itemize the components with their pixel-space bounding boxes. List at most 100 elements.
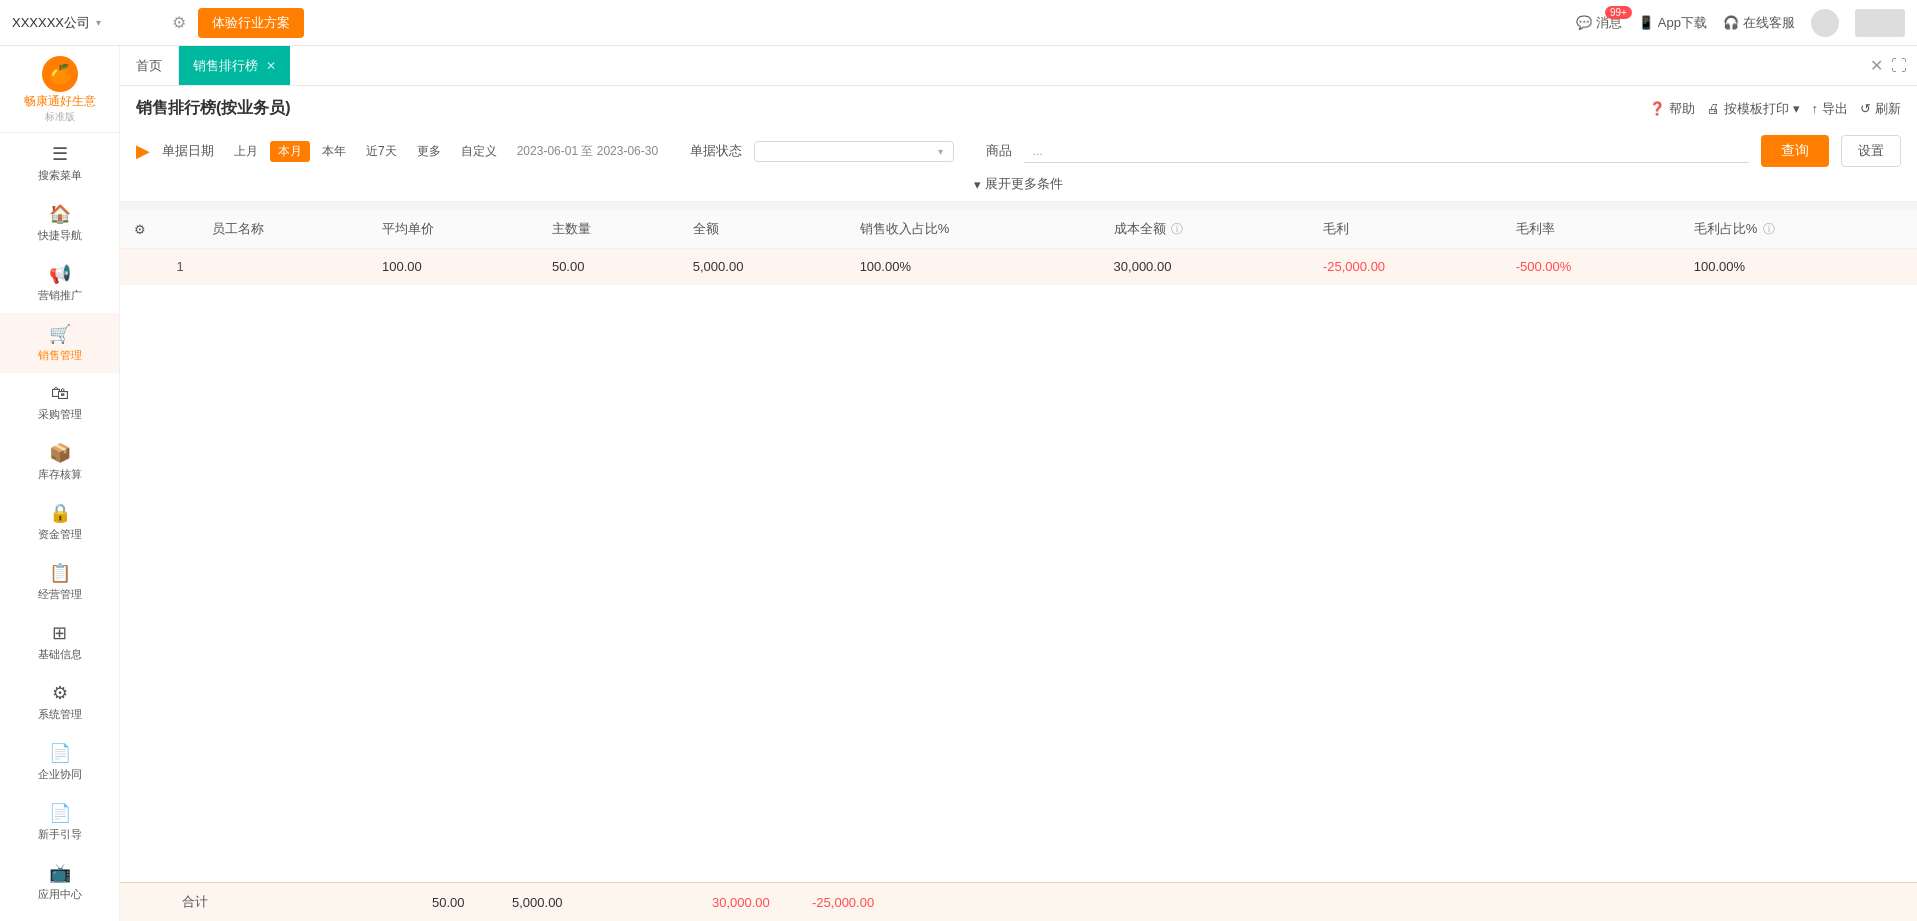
topbar-right: 💬 消息 99+ 📱 App下载 🎧 在线客服 (1576, 9, 1905, 37)
help-icon: ❓ (1649, 101, 1665, 116)
col-amount: 全额 (681, 210, 848, 249)
app-icon: 📱 (1638, 15, 1654, 30)
sidebar-item-sales-mgmt[interactable]: 🛒 销售管理 (0, 313, 119, 373)
date-tab-last-month[interactable]: 上月 (226, 141, 266, 162)
tab-sales-ranking[interactable]: 销售排行榜 ✕ (179, 46, 290, 85)
inventory-label: 库存核算 (38, 467, 82, 482)
cost-help-icon[interactable]: ⓘ (1171, 222, 1183, 236)
sidebar-item-app-center[interactable]: 📺 应用中心 (0, 852, 119, 912)
col-employee: 员工名称 (200, 210, 370, 249)
tab-expand-icon[interactable]: ⛶ (1891, 57, 1907, 75)
app-download-btn[interactable]: 📱 App下载 (1638, 14, 1707, 32)
date-tab-custom[interactable]: 自定义 (453, 141, 505, 162)
col-main-qty: 主数量 (540, 210, 681, 249)
beginner-guide-icon: 📄 (49, 802, 71, 824)
app-center-icon: 📺 (49, 862, 71, 884)
purchase-mgmt-icon: 🛍 (51, 383, 69, 404)
filter-expand-arrow[interactable]: ▶ (136, 140, 150, 162)
basic-info-label: 基础信息 (38, 647, 82, 662)
sidebar-item-finance[interactable]: 🔒 资金管理 (0, 492, 119, 552)
sidebar: 🍊 畅康通好生意 标准版 ☰ 搜索菜单 🏠 快捷导航 📢 营销推广 🛒 销售管理… (0, 46, 120, 921)
col-settings[interactable]: ⚙ (120, 210, 160, 249)
message-btn[interactable]: 💬 消息 99+ (1576, 14, 1622, 32)
online-support-btn[interactable]: 🎧 在线客服 (1723, 14, 1795, 32)
print-label: 按模板打印 (1724, 100, 1789, 118)
sidebar-item-quick-nav[interactable]: 🏠 快捷导航 (0, 193, 119, 253)
trial-btn[interactable]: 体验行业方案 (198, 8, 304, 38)
cell-rank: 1 (160, 249, 200, 285)
filter-area: ▶ 单据日期 上月 本月 本年 近7天 更多 自定义 2023-06-01 至 … (120, 127, 1917, 202)
tab-close-all-icon[interactable]: ✕ (1870, 56, 1883, 75)
export-label: 导出 (1822, 100, 1848, 118)
search-order-label: 搜索菜单 (38, 168, 82, 183)
cell-gross-pct: 100.00% (1682, 249, 1917, 285)
print-icon: 🖨 (1707, 101, 1720, 116)
expand-label: 展开更多条件 (985, 175, 1063, 193)
logo-icon: 🍊 (42, 56, 78, 92)
query-btn[interactable]: 查询 (1761, 135, 1829, 167)
tab-bar-right: ✕ ⛶ (1860, 56, 1917, 75)
search-order-icon: ☰ (52, 143, 68, 165)
status-select[interactable]: ▾ (754, 141, 954, 162)
gross-pct-help-icon[interactable]: ⓘ (1763, 222, 1775, 236)
sidebar-item-business-mgmt[interactable]: 📋 经营管理 (0, 552, 119, 612)
date-tab-this-year[interactable]: 本年 (314, 141, 354, 162)
tab-bar: 首页 销售排行榜 ✕ ✕ ⛶ (120, 46, 1917, 86)
sidebar-item-basic-info[interactable]: ⊞ 基础信息 (0, 612, 119, 672)
date-tab-more[interactable]: 更多 (409, 141, 449, 162)
sidebar-item-inventory[interactable]: 📦 库存核算 (0, 432, 119, 492)
col-gross: 毛利 (1311, 210, 1504, 249)
enterprise-collab-label: 企业协同 (38, 767, 82, 782)
goods-input[interactable]: ... (1024, 139, 1749, 163)
sidebar-item-beginner-guide[interactable]: 📄 新手引导 (0, 792, 119, 852)
print-dropdown-arrow: ▾ (1793, 101, 1800, 116)
date-label: 单据日期 (162, 142, 214, 160)
filter-and-table: ⚙ 员工名称 平均单价 主数量 全额 销售收入占比% 成本全额 ⓘ (120, 202, 1917, 921)
finance-icon: 🔒 (49, 502, 71, 524)
sidebar-logo: 🍊 畅康通好生意 标准版 (0, 46, 119, 133)
message-badge: 99+ (1605, 6, 1632, 19)
tab-home[interactable]: 首页 (120, 46, 179, 85)
app-download-label: App下载 (1658, 14, 1707, 32)
company-selector[interactable]: XXXXXX公司 ▾ (12, 14, 172, 32)
refresh-btn[interactable]: ↺ 刷新 (1860, 100, 1901, 118)
expand-chevron-icon: ▾ (974, 177, 981, 192)
quick-nav-label: 快捷导航 (38, 228, 82, 243)
sidebar-item-enterprise-collab[interactable]: 📄 企业协同 (0, 732, 119, 792)
tab-home-label: 首页 (136, 57, 162, 75)
purchase-mgmt-label: 采购管理 (38, 407, 82, 422)
sidebar-item-search-order[interactable]: ☰ 搜索菜单 (0, 133, 119, 193)
headset-icon: 🎧 (1723, 15, 1739, 30)
page-header-actions: ❓ 帮助 🖨 按模板打印 ▾ ↑ 导出 ↺ 刷新 (1649, 100, 1902, 118)
date-range: 2023-06-01 至 2023-06-30 (517, 143, 658, 160)
col-gross-rate: 毛利率 (1504, 210, 1682, 249)
sidebar-item-marketing[interactable]: 📢 营销推广 (0, 253, 119, 313)
export-icon: ↑ (1812, 101, 1819, 116)
cell-employee (200, 249, 370, 285)
footer-amount: 5,000.00 (500, 895, 600, 910)
content-area: 首页 销售排行榜 ✕ ✕ ⛶ 销售排行榜(按业务员) ❓ 帮助 (120, 46, 1917, 921)
system-mgmt-icon: ⚙ (52, 682, 68, 704)
help-btn[interactable]: ❓ 帮助 (1649, 100, 1695, 118)
cell-sales-pct: 100.00% (848, 249, 1102, 285)
footer-cost-amount: 30,000.00 (700, 895, 800, 910)
settings-btn[interactable]: 设置 (1841, 135, 1901, 167)
sales-mgmt-label: 销售管理 (38, 348, 82, 363)
date-tab-7days[interactable]: 近7天 (358, 141, 405, 162)
enterprise-collab-icon: 📄 (49, 742, 71, 764)
status-label: 单据状态 (690, 142, 742, 160)
sidebar-item-enterprise-wechat[interactable]: 💬 企业微信 (0, 912, 119, 921)
col-avg-price: 平均单价 (370, 210, 540, 249)
tab-close-icon[interactable]: ✕ (266, 59, 276, 73)
sidebar-item-purchase-mgmt[interactable]: 🛍 采购管理 (0, 373, 119, 432)
topbar-settings-icon[interactable]: ⚙ (172, 13, 186, 32)
marketing-icon: 📢 (49, 263, 71, 285)
print-btn[interactable]: 🖨 按模板打印 ▾ (1707, 100, 1800, 118)
date-tab-this-month[interactable]: 本月 (270, 141, 310, 162)
goods-placeholder: ... (1032, 143, 1043, 158)
avatar[interactable] (1811, 9, 1839, 37)
expand-more-btn[interactable]: ▾ 展开更多条件 (136, 175, 1901, 193)
export-btn[interactable]: ↑ 导出 (1812, 100, 1849, 118)
col-sales-pct: 销售收入占比% (848, 210, 1102, 249)
sidebar-item-system-mgmt[interactable]: ⚙ 系统管理 (0, 672, 119, 732)
